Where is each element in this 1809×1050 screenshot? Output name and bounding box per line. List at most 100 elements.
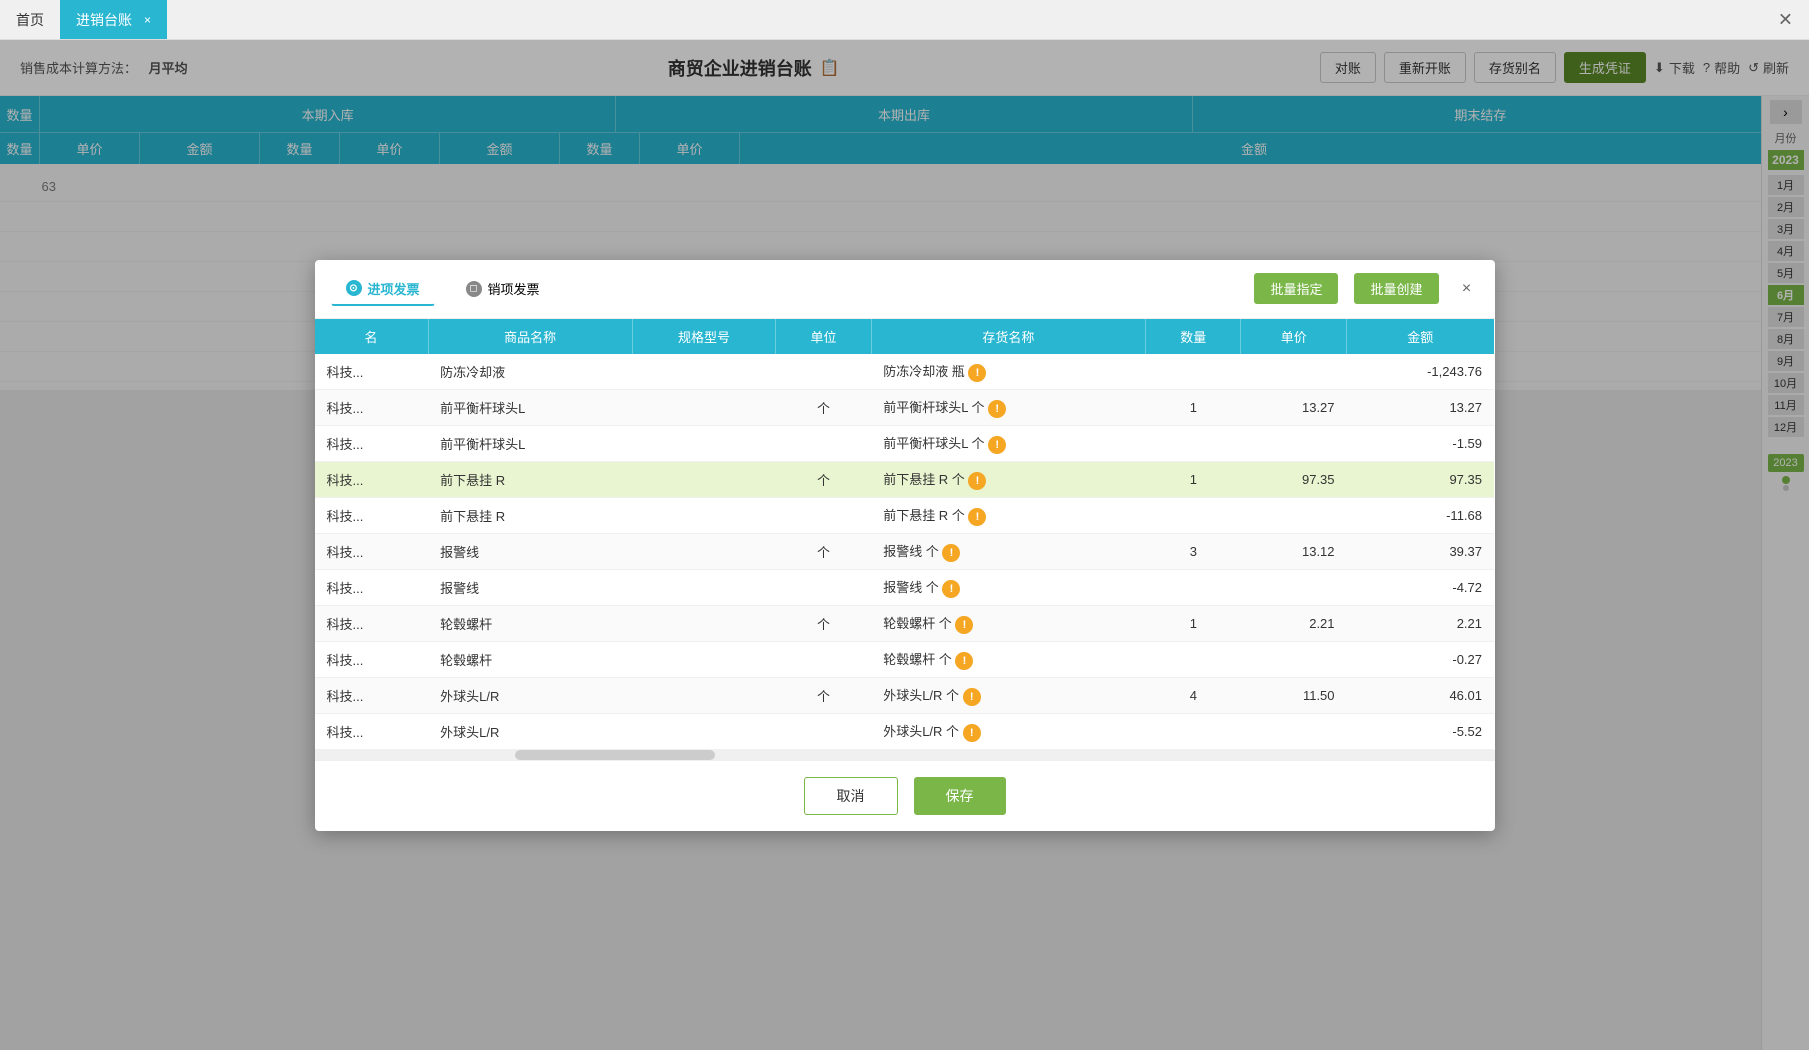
cell-stock-name: 前下悬挂 R 个 ! [871, 497, 1145, 533]
table-header-row: 名 商品名称 规格型号 单位 存货名称 数量 单价 金额 [315, 319, 1495, 354]
cell-stock-name: 前平衡杆球头L 个 ! [871, 389, 1145, 425]
cell-amount: 46.01 [1347, 677, 1494, 713]
scrollbar-thumb[interactable] [515, 750, 715, 760]
cell-spec [632, 354, 776, 390]
cell-name: 科技... [315, 605, 429, 641]
cell-name: 科技... [315, 389, 429, 425]
cell-spec [632, 605, 776, 641]
tab-sales-invoice[interactable]: ◻ 销项发票 [451, 272, 555, 305]
active-tab-label: 进销台账 [76, 10, 132, 30]
table-row[interactable]: 科技... 前平衡杆球头L 前平衡杆球头L 个 ! -1.59 [315, 425, 1495, 461]
cell-unit-price [1241, 641, 1347, 677]
cell-unit [776, 713, 871, 749]
cell-goods-name: 前下悬挂 R [428, 497, 632, 533]
table-row[interactable]: 科技... 防冻冷却液 防冻冷却液 瓶 ! -1,243.76 [315, 354, 1495, 390]
cell-goods-name: 报警线 [428, 533, 632, 569]
cell-unit [776, 354, 871, 390]
cell-amount: -1,243.76 [1347, 354, 1494, 390]
table-row[interactable]: 科技... 前平衡杆球头L 个 前平衡杆球头L 个 ! 1 13.27 13.2… [315, 389, 1495, 425]
th-name: 名 [315, 319, 429, 354]
cell-name: 科技... [315, 497, 429, 533]
save-button[interactable]: 保存 [914, 777, 1006, 815]
cell-unit [776, 641, 871, 677]
cell-stock-name: 报警线 个 ! [871, 533, 1145, 569]
cell-unit-price [1241, 354, 1347, 390]
th-amount: 金额 [1347, 319, 1494, 354]
home-tab[interactable]: 首页 [0, 0, 60, 39]
cell-quantity: 1 [1146, 461, 1241, 497]
table-row[interactable]: 科技... 前下悬挂 R 前下悬挂 R 个 ! -11.68 [315, 497, 1495, 533]
cell-unit: 个 [776, 461, 871, 497]
cell-spec [632, 497, 776, 533]
tab-close-icon[interactable]: × [144, 13, 151, 27]
cell-spec [632, 389, 776, 425]
cell-name: 科技... [315, 461, 429, 497]
cell-quantity [1146, 354, 1241, 390]
cell-stock-name: 轮毂螺杆 个 ! [871, 641, 1145, 677]
dialog-close-button[interactable]: × [1455, 277, 1479, 301]
cell-name: 科技... [315, 425, 429, 461]
cell-name: 科技... [315, 641, 429, 677]
cell-amount: 97.35 [1347, 461, 1494, 497]
table-row[interactable]: 科技... 轮毂螺杆 轮毂螺杆 个 ! -0.27 [315, 641, 1495, 677]
dialog-header: ⊙ 进项发票 ◻ 销项发票 批量指定 批量创建 × [315, 260, 1495, 319]
warning-icon: ! [963, 688, 981, 706]
cell-spec [632, 533, 776, 569]
cell-goods-name: 前下悬挂 R [428, 461, 632, 497]
table-row[interactable]: 科技... 前下悬挂 R 个 前下悬挂 R 个 ! 1 97.35 97.35 [315, 461, 1495, 497]
table-row[interactable]: 科技... 报警线 个 报警线 个 ! 3 13.12 39.37 [315, 533, 1495, 569]
th-goods-name: 商品名称 [428, 319, 632, 354]
tab-purchase-invoice[interactable]: ⊙ 进项发票 [331, 272, 435, 306]
cell-amount: -11.68 [1347, 497, 1494, 533]
cell-amount: -0.27 [1347, 641, 1494, 677]
horizontal-scrollbar[interactable] [315, 750, 1495, 760]
cell-quantity [1146, 713, 1241, 749]
cell-unit: 个 [776, 389, 871, 425]
cell-quantity: 3 [1146, 533, 1241, 569]
cell-quantity: 4 [1146, 677, 1241, 713]
cell-stock-name: 轮毂螺杆 个 ! [871, 605, 1145, 641]
cell-stock-name: 外球头L/R 个 ! [871, 677, 1145, 713]
table-row[interactable]: 科技... 报警线 报警线 个 ! -4.72 [315, 569, 1495, 605]
cell-amount: 2.21 [1347, 605, 1494, 641]
cell-quantity [1146, 641, 1241, 677]
main-area: 销售成本计算方法： 月平均 商贸企业进销台账 📋 对账 重新开账 存货别名 生成… [0, 40, 1809, 1050]
top-bar: 首页 进销台账 × ✕ [0, 0, 1809, 40]
dialog-table-container[interactable]: 名 商品名称 规格型号 单位 存货名称 数量 单价 金额 科技... [315, 319, 1495, 750]
cell-unit: 个 [776, 677, 871, 713]
cell-amount: 13.27 [1347, 389, 1494, 425]
warning-icon: ! [942, 580, 960, 598]
cell-goods-name: 前平衡杆球头L [428, 425, 632, 461]
window-close-button[interactable]: ✕ [1778, 9, 1793, 30]
cell-quantity: 1 [1146, 389, 1241, 425]
th-spec: 规格型号 [632, 319, 776, 354]
table-row[interactable]: 科技... 轮毂螺杆 个 轮毂螺杆 个 ! 1 2.21 2.21 [315, 605, 1495, 641]
cell-stock-name: 前下悬挂 R 个 ! [871, 461, 1145, 497]
cell-goods-name: 外球头L/R [428, 713, 632, 749]
th-unit: 单位 [776, 319, 871, 354]
cell-amount: 39.37 [1347, 533, 1494, 569]
cell-unit: 个 [776, 605, 871, 641]
cancel-button[interactable]: 取消 [804, 777, 898, 815]
warning-icon: ! [988, 400, 1006, 418]
dialog-footer: 取消 保存 [315, 760, 1495, 831]
cell-goods-name: 报警线 [428, 569, 632, 605]
cell-name: 科技... [315, 677, 429, 713]
cell-name: 科技... [315, 713, 429, 749]
cell-amount: -5.52 [1347, 713, 1494, 749]
cell-amount: -1.59 [1347, 425, 1494, 461]
dialog-table-body: 科技... 防冻冷却液 防冻冷却液 瓶 ! -1,243.76 科技... 前平… [315, 354, 1495, 750]
table-row[interactable]: 科技... 外球头L/R 外球头L/R 个 ! -5.52 [315, 713, 1495, 749]
warning-icon: ! [963, 724, 981, 742]
cell-unit-price [1241, 497, 1347, 533]
batch-create-button[interactable]: 批量创建 [1354, 273, 1438, 304]
warning-icon: ! [968, 364, 986, 382]
th-stock-name: 存货名称 [871, 319, 1145, 354]
cell-quantity [1146, 425, 1241, 461]
active-tab[interactable]: 进销台账 × [60, 0, 167, 39]
table-row[interactable]: 科技... 外球头L/R 个 外球头L/R 个 ! 4 11.50 46.01 [315, 677, 1495, 713]
cell-unit-price: 2.21 [1241, 605, 1347, 641]
batch-assign-button[interactable]: 批量指定 [1254, 273, 1338, 304]
cell-spec [632, 677, 776, 713]
cell-unit-price [1241, 425, 1347, 461]
